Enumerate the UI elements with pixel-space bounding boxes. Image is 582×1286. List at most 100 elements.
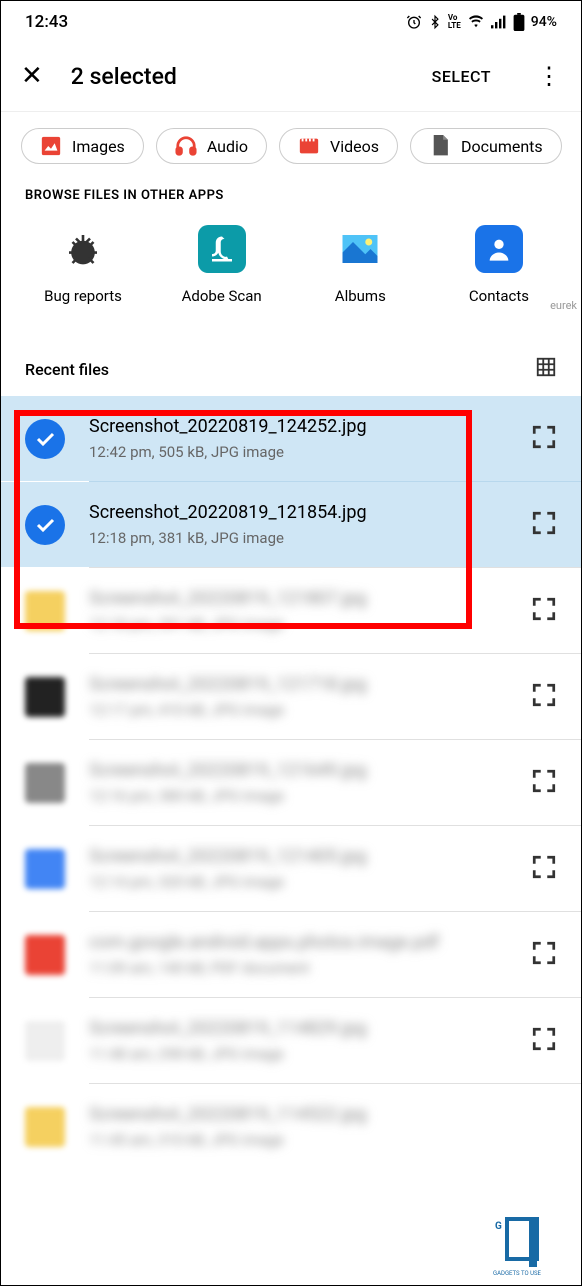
- headphone-icon: [175, 135, 197, 157]
- file-name: Screenshot_20220819_121854.jpg: [89, 502, 507, 523]
- app-bug-reports[interactable]: Bug reports: [33, 225, 133, 305]
- recent-header: Recent files: [1, 312, 581, 396]
- file-item[interactable]: Screenshot_20220819_124252.jpg 12:42 pm,…: [1, 396, 581, 481]
- watermark: G GADGETS TO USE: [493, 1217, 573, 1277]
- file-item[interactable]: Screenshot_20220819_114522.jpg 11:45 am,…: [1, 1084, 581, 1169]
- file-name: Screenshot_20220819_124252.jpg: [89, 416, 507, 437]
- app-albums[interactable]: Albums: [310, 225, 410, 305]
- status-bar: 12:43 VoLTE 94%: [1, 1, 581, 43]
- signal-icon: [491, 15, 507, 29]
- file-info: Screenshot_20220819_121405.jpg 12:14 pm,…: [89, 846, 507, 891]
- file-name: Screenshot_20220819_121718.jpg: [89, 674, 507, 695]
- svg-text:G: G: [495, 1221, 502, 1232]
- battery-pct: 94%: [531, 14, 557, 30]
- file-info: Screenshot_20220819_121718.jpg 12:17 pm,…: [89, 674, 507, 719]
- browse-section: BROWSE FILES IN OTHER APPS Bug reports A…: [1, 188, 581, 312]
- file-thumbnail: [25, 1021, 65, 1061]
- file-info: Screenshot_20220819_121807.jpg 12:18 pm,…: [89, 588, 507, 633]
- expand-icon[interactable]: [531, 940, 557, 970]
- file-item[interactable]: com.google.android.apps.photos.image.pdf…: [1, 912, 581, 997]
- file-thumbnail: [25, 591, 65, 631]
- file-meta: 12:18 pm, 391 kB, JPG image: [89, 615, 507, 633]
- expand-icon[interactable]: [531, 510, 557, 540]
- expand-icon[interactable]: [531, 596, 557, 626]
- file-meta: 11:09 am, 140 kB, PDF document: [89, 959, 507, 977]
- app-label: Albums: [335, 287, 386, 305]
- file-name: Screenshot_20220819_114522.jpg: [89, 1104, 557, 1125]
- app-label: Contacts: [469, 287, 529, 305]
- svg-text:GADGETS TO USE: GADGETS TO USE: [493, 1270, 542, 1277]
- contact-icon: [475, 225, 523, 273]
- filter-audio[interactable]: Audio: [156, 128, 267, 164]
- apps-row: Bug reports Adobe Scan Albums Contacts: [25, 225, 557, 305]
- expand-icon[interactable]: [531, 854, 557, 884]
- file-name: com.google.android.apps.photos.image.pdf: [89, 932, 507, 953]
- file-thumbnail: [25, 935, 65, 975]
- file-item[interactable]: Screenshot_20220819_121649.jpg 12:16 pm,…: [1, 740, 581, 825]
- checkmark-icon: [25, 505, 65, 545]
- file-meta: 12:17 pm, 410 kB, JPG image: [89, 701, 507, 719]
- file-meta: 12:42 pm, 505 kB, JPG image: [89, 443, 507, 461]
- file-info: Screenshot_20220819_114522.jpg 11:45 am,…: [89, 1104, 557, 1149]
- app-label: Bug reports: [44, 287, 122, 305]
- file-item[interactable]: Screenshot_20220819_121854.jpg 12:18 pm,…: [1, 482, 581, 567]
- file-thumbnail: [25, 763, 65, 803]
- file-meta: 12:18 pm, 381 kB, JPG image: [89, 529, 507, 547]
- file-info: Screenshot_20220819_124252.jpg 12:42 pm,…: [89, 416, 507, 461]
- expand-icon[interactable]: [531, 424, 557, 454]
- app-contacts[interactable]: Contacts: [449, 225, 549, 305]
- filter-videos[interactable]: Videos: [279, 128, 398, 164]
- selection-header: ✕ 2 selected SELECT ⋮: [1, 43, 581, 111]
- select-button[interactable]: SELECT: [432, 67, 491, 86]
- file-item[interactable]: Screenshot_20220819_121718.jpg 12:17 pm,…: [1, 654, 581, 739]
- alarm-icon: [406, 14, 422, 30]
- file-meta: 12:16 pm, 380 kB, JPG image: [89, 787, 507, 805]
- file-meta: 12:14 pm, 320 kB, JPG image: [89, 873, 507, 891]
- grid-view-icon[interactable]: [535, 356, 557, 382]
- file-info: Screenshot_20220819_114829.jpg 11:48 am,…: [89, 1018, 507, 1063]
- bug-icon: [59, 225, 107, 273]
- file-info: Screenshot_20220819_121854.jpg 12:18 pm,…: [89, 502, 507, 547]
- file-item[interactable]: Screenshot_20220819_114829.jpg 11:48 am,…: [1, 998, 581, 1083]
- filter-chips: Images Audio Videos Documents: [1, 111, 581, 188]
- video-icon: [298, 135, 320, 157]
- chip-label: Documents: [461, 137, 543, 156]
- album-icon: [336, 225, 384, 273]
- filter-documents[interactable]: Documents: [410, 128, 562, 164]
- file-thumbnail: [25, 677, 65, 717]
- file-info: Screenshot_20220819_121649.jpg 12:16 pm,…: [89, 760, 507, 805]
- status-icons: VoLTE 94%: [406, 13, 557, 31]
- image-icon: [40, 135, 62, 157]
- expand-icon[interactable]: [531, 682, 557, 712]
- adobe-icon: [198, 225, 246, 273]
- close-icon[interactable]: ✕: [21, 61, 43, 91]
- file-item[interactable]: Screenshot_20220819_121807.jpg 12:18 pm,…: [1, 568, 581, 653]
- file-thumbnail: [25, 1107, 65, 1147]
- battery-icon: [513, 13, 525, 31]
- expand-icon[interactable]: [531, 1026, 557, 1056]
- file-meta: 11:48 am, 298 kB, JPG image: [89, 1045, 507, 1063]
- app-adobe-scan[interactable]: Adobe Scan: [172, 225, 272, 305]
- document-icon: [429, 135, 451, 157]
- recent-title: Recent files: [25, 360, 109, 379]
- file-name: Screenshot_20220819_114829.jpg: [89, 1018, 507, 1039]
- file-item[interactable]: Screenshot_20220819_121405.jpg 12:14 pm,…: [1, 826, 581, 911]
- bluetooth-icon: [428, 14, 442, 30]
- file-name: Screenshot_20220819_121807.jpg: [89, 588, 507, 609]
- volte-icon: VoLTE: [448, 14, 461, 30]
- filter-images[interactable]: Images: [21, 128, 144, 164]
- status-time: 12:43: [25, 12, 68, 32]
- chip-label: Audio: [207, 137, 248, 156]
- file-meta: 11:45 am, 310 kB, JPG image: [89, 1131, 557, 1149]
- expand-icon[interactable]: [531, 768, 557, 798]
- browse-title: BROWSE FILES IN OTHER APPS: [25, 188, 557, 203]
- chip-label: Videos: [330, 137, 379, 156]
- file-name: Screenshot_20220819_121405.jpg: [89, 846, 507, 867]
- checkmark-icon: [25, 419, 65, 459]
- file-name: Screenshot_20220819_121649.jpg: [89, 760, 507, 781]
- file-info: com.google.android.apps.photos.image.pdf…: [89, 932, 507, 977]
- wifi-icon: [467, 15, 485, 29]
- more-icon[interactable]: ⋮: [537, 62, 561, 90]
- chip-label: Images: [72, 137, 125, 156]
- selection-count: 2 selected: [71, 63, 404, 90]
